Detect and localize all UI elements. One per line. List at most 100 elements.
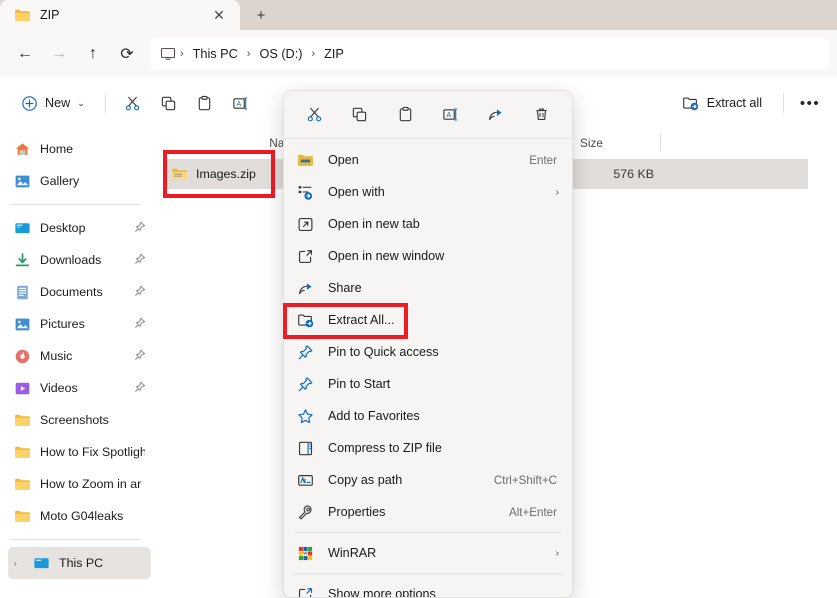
menu-item-accelerator: Ctrl+Shift+C [493, 473, 557, 487]
new-button[interactable]: New ⌄ [10, 87, 96, 119]
rename-button[interactable]: A [223, 87, 259, 119]
sidebar-item-pictures[interactable]: Pictures [8, 308, 151, 340]
breadcrumb-os-d[interactable]: OS (D:) [252, 44, 309, 64]
sidebar-item-how-to-fix-spotlight[interactable]: How to Fix Spotligh [8, 436, 151, 468]
navigation-bar: ← → ↑ ⟳ › This PC › OS (D:) › ZIP [0, 30, 837, 77]
address-bar[interactable]: › This PC › OS (D:) › ZIP [150, 37, 829, 70]
sidebar-item-videos[interactable]: Videos [8, 372, 151, 404]
share-icon [489, 109, 503, 121]
sidebar-item-how-to-zoom-in[interactable]: How to Zoom in ar [8, 468, 151, 500]
menu-item-add-to-favorites[interactable]: Add to Favorites [288, 400, 568, 432]
tab-zip[interactable]: ZIP ✕ [0, 0, 240, 30]
new-window-icon [298, 249, 313, 263]
cut-button[interactable] [298, 99, 332, 131]
menu-item-open[interactable]: Open Enter [288, 144, 568, 176]
menu-item-label: Pin to Start [328, 377, 391, 391]
new-tab-button[interactable]: + [240, 0, 282, 30]
menu-item-winrar[interactable]: W WinRAR › [288, 537, 568, 569]
menu-item-label: Show more options [328, 587, 436, 598]
column-header-extra[interactable] [660, 129, 750, 156]
chevron-right-icon[interactable]: › [14, 559, 24, 568]
tab-bar: ZIP ✕ + [0, 0, 837, 30]
menu-item-open-in-new-tab[interactable]: Open in new tab [288, 208, 568, 240]
zip-icon [172, 168, 187, 180]
menu-item-label: Open [328, 153, 359, 167]
chevron-right-icon[interactable]: › [556, 187, 559, 198]
sidebar-item-downloads[interactable]: Downloads [8, 244, 151, 276]
chevron-right-icon[interactable]: › [556, 548, 559, 559]
menu-item-label: Copy as path [328, 473, 403, 487]
chevron-down-icon: ⌄ [77, 97, 85, 108]
copy-button[interactable] [343, 99, 377, 131]
videos-icon [15, 382, 30, 394]
sidebar-item-this-pc[interactable]: › This PC [8, 547, 151, 579]
menu-item-label: Pin to Quick access [328, 345, 439, 359]
menu-item-open-with[interactable]: Open with › [288, 176, 568, 208]
column-header-size[interactable]: Size [570, 129, 660, 156]
sidebar-item-music[interactable]: Music [8, 340, 151, 372]
delete-button[interactable] [524, 99, 558, 131]
back-button[interactable]: ← [8, 38, 42, 70]
pin-icon [298, 344, 313, 359]
close-icon[interactable]: ✕ [208, 4, 230, 26]
cut-button[interactable] [115, 87, 151, 119]
menu-item-compress-to-zip[interactable]: Compress to ZIP file [288, 432, 568, 464]
paste-icon [198, 95, 211, 110]
context-menu: A Open Enter Open with › Open in new tab… [283, 90, 573, 598]
menu-item-share[interactable]: Share [288, 272, 568, 304]
sidebar-item-label: How to Zoom in ar [40, 477, 142, 491]
context-menu-items: Open Enter Open with › Open in new tab O… [284, 139, 572, 598]
svg-text:A: A [237, 100, 242, 108]
copy-button[interactable] [151, 87, 187, 119]
sidebar-item-home[interactable]: Home [8, 133, 151, 165]
menu-item-label: Properties [328, 505, 386, 519]
divider [783, 93, 784, 113]
menu-item-pin-to-quick-access[interactable]: Pin to Quick access [288, 336, 568, 368]
menu-item-pin-to-start[interactable]: Pin to Start [288, 368, 568, 400]
paste-button[interactable] [388, 99, 422, 131]
sidebar-item-screenshots[interactable]: Screenshots [8, 404, 151, 436]
share-icon [299, 282, 312, 294]
menu-item-label: Extract All... [328, 313, 395, 327]
menu-item-extract-all[interactable]: Extract All... [288, 304, 568, 336]
downloads-icon [15, 252, 30, 266]
rename-button[interactable]: A [434, 99, 468, 131]
pin-icon [134, 221, 146, 236]
up-button[interactable]: ↑ [76, 38, 110, 70]
sidebar-item-documents[interactable]: Documents [8, 276, 151, 308]
winrar-icon: W [298, 545, 313, 561]
more-options-button[interactable]: ••• [793, 87, 827, 119]
new-tab-icon [298, 217, 313, 231]
share-button[interactable] [479, 99, 513, 131]
desktop-icon [15, 222, 30, 233]
paste-button[interactable] [187, 87, 223, 119]
menu-item-label: Open with [328, 185, 385, 199]
refresh-button[interactable]: ⟳ [110, 38, 144, 70]
compress-icon [298, 441, 313, 455]
menu-item-copy-as-path[interactable]: Copy as path Ctrl+Shift+C [288, 464, 568, 496]
forward-button[interactable]: → [42, 38, 76, 70]
breadcrumb-this-pc[interactable]: This PC [186, 44, 245, 64]
breadcrumb-sep: › [246, 47, 251, 60]
pin-icon [134, 317, 146, 332]
sidebar-item-desktop[interactable]: Desktop [8, 212, 151, 244]
menu-item-label: Add to Favorites [328, 409, 420, 423]
cut-icon [307, 107, 322, 122]
sidebar-item-label: Pictures [40, 317, 85, 331]
extract-all-button[interactable]: Extract all [670, 87, 774, 119]
menu-item-show-more-options[interactable]: Show more options [288, 578, 568, 598]
menu-item-label: Open in new window [328, 249, 445, 263]
menu-item-properties[interactable]: Properties Alt+Enter [288, 496, 568, 528]
sidebar-item-moto-g04leaks[interactable]: Moto G04leaks [8, 500, 151, 532]
sidebar-item-label: Downloads [40, 253, 102, 267]
rename-icon: A [233, 97, 248, 109]
sidebar-item-label: How to Fix Spotligh [40, 445, 145, 459]
show-more-icon [298, 587, 313, 597]
folder-icon [15, 478, 30, 490]
open-folder-icon [298, 154, 313, 166]
pin-icon [134, 381, 146, 396]
menu-item-open-in-new-window[interactable]: Open in new window [288, 240, 568, 272]
home-icon [15, 142, 30, 155]
breadcrumb-zip[interactable]: ZIP [317, 44, 351, 64]
sidebar-item-gallery[interactable]: Gallery [8, 165, 151, 197]
